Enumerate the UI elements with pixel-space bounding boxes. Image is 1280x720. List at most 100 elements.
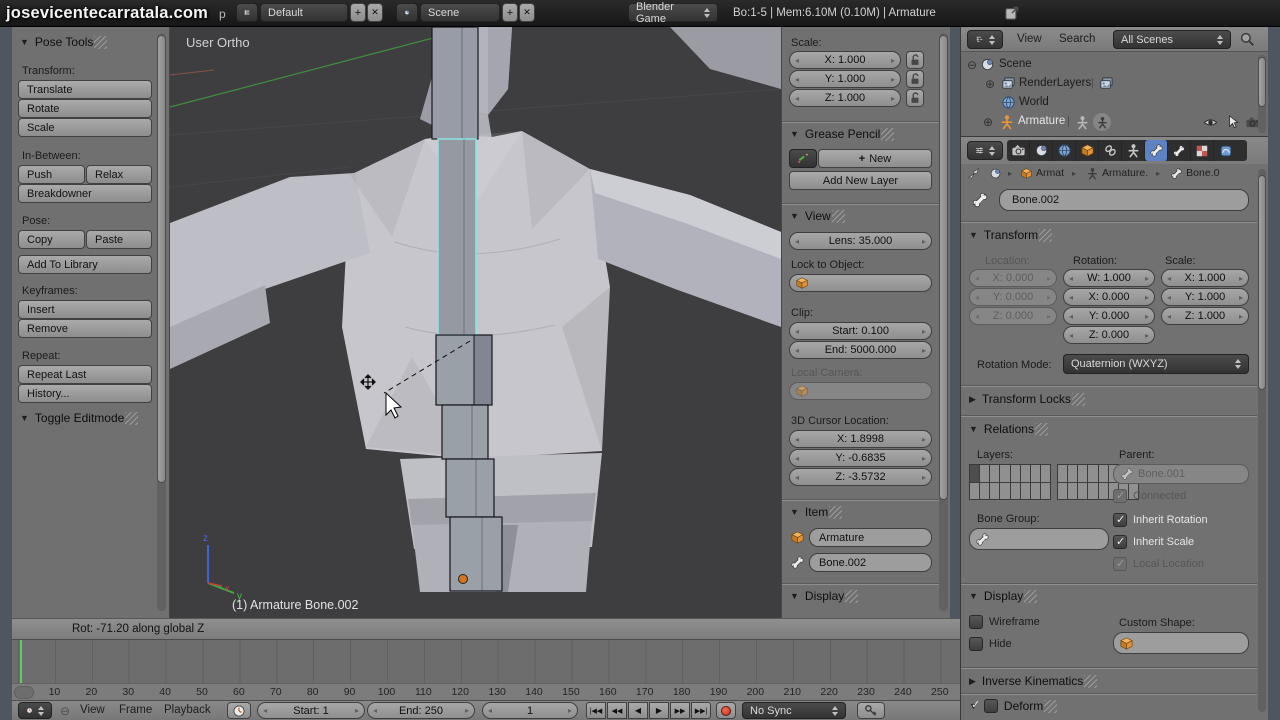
play-reverse-button[interactable]: ◀ — [628, 702, 648, 719]
bone-group-field[interactable] — [969, 528, 1109, 550]
scale-x-field[interactable]: X: 1.000 — [789, 51, 901, 69]
breadcrumb-object[interactable]: Armat — [1036, 167, 1064, 179]
inherit-rotation-checkbox[interactable] — [1113, 513, 1127, 527]
sync-mode-dropdown[interactable]: No Sync — [742, 702, 846, 719]
tab-material[interactable] — [1191, 140, 1214, 161]
layer-cell[interactable] — [970, 482, 980, 499]
inherit-scale-checkbox[interactable] — [1113, 535, 1127, 549]
inverse-kinematics-panel-header[interactable]: ▶ Inverse Kinematics — [969, 674, 1098, 688]
layout-selector[interactable]: Default — [260, 3, 348, 22]
custom-shape-field[interactable] — [1113, 632, 1249, 654]
tab-world[interactable] — [1053, 140, 1076, 161]
scale-y-field[interactable]: Y: 1.000 — [789, 70, 901, 88]
layer-cell[interactable] — [1010, 465, 1020, 482]
deform-panel-header[interactable]: ▼Deform — [969, 699, 1058, 713]
armature-data-badge[interactable] — [1093, 113, 1111, 131]
layer-cell[interactable] — [1088, 482, 1098, 499]
repeat-last-button[interactable]: Repeat Last — [18, 365, 152, 384]
layer-cell[interactable] — [1098, 482, 1108, 499]
layer-cell[interactable] — [1088, 465, 1098, 482]
grease-pencil-new-button[interactable]: + New — [818, 149, 932, 168]
view-panel-header[interactable]: ▼ View — [790, 209, 845, 223]
timeline-view-menu[interactable]: View — [80, 704, 105, 716]
layer-cell[interactable] — [1068, 482, 1078, 499]
timeline-graph[interactable] — [12, 640, 960, 683]
relax-button[interactable]: Relax — [86, 165, 152, 184]
layer-cell[interactable] — [1078, 465, 1088, 482]
breakdowner-button[interactable]: Breakdowner — [18, 184, 152, 203]
tab-render-layers[interactable] — [1030, 140, 1053, 161]
grease-pencil-panel-header[interactable]: ▼ Grease Pencil — [790, 127, 895, 141]
tab-texture[interactable] — [1214, 140, 1237, 161]
translate-button[interactable]: Translate — [18, 80, 152, 99]
object-cube-icon[interactable] — [1020, 167, 1033, 180]
search-icon[interactable] — [1239, 31, 1256, 48]
scale-x-field[interactable]: X: 1.000 — [1161, 269, 1249, 287]
bone-icon[interactable] — [1170, 167, 1183, 180]
clip-end-field[interactable]: End: 5000.000 — [789, 341, 932, 359]
lock-to-object-field[interactable] — [789, 274, 932, 292]
scale-z-lock-button[interactable] — [906, 89, 924, 107]
layout-close-button[interactable]: ✕ — [367, 3, 383, 22]
layer-cell[interactable] — [1030, 482, 1040, 499]
frame-end-field[interactable]: End: 250 — [367, 702, 475, 719]
bone-name-field[interactable]: Bone.002 — [999, 189, 1249, 211]
outliner-scrollbar-thumb[interactable] — [1258, 57, 1266, 107]
tab-constraints[interactable] — [1099, 140, 1122, 161]
tab-render[interactable] — [1007, 140, 1030, 161]
layout-add-button[interactable]: + — [350, 3, 366, 22]
layout-selector-icon-button[interactable] — [236, 3, 258, 22]
push-button[interactable]: Push — [18, 165, 85, 184]
scene-ball-icon[interactable] — [989, 167, 1002, 180]
scale-y-lock-button[interactable] — [906, 70, 924, 88]
selectability-cursor-icon[interactable] — [1226, 115, 1240, 129]
timeline-playback-menu[interactable]: Playback — [164, 704, 211, 716]
rotation-y-field[interactable]: Y: 0.000 — [1063, 307, 1155, 325]
breadcrumb-armature[interactable]: Armature. — [1102, 167, 1148, 179]
scene-close-button[interactable]: ✕ — [519, 3, 535, 22]
tab-bone[interactable] — [1145, 140, 1168, 161]
screen-icon[interactable] — [1003, 4, 1021, 22]
outliner-item-scene[interactable]: Scene — [999, 58, 1032, 70]
outliner-item-renderlayers[interactable]: RenderLayers — [1019, 77, 1091, 89]
pin-icon[interactable] — [967, 166, 981, 180]
jump-to-end-button[interactable]: ▶▶| — [691, 702, 711, 719]
armature-expand-toggle[interactable]: ⊕ — [983, 115, 993, 129]
layer-cell[interactable] — [1078, 482, 1088, 499]
item-object-field[interactable]: Armature — [809, 528, 932, 547]
properties-editor-type-button[interactable] — [967, 141, 1003, 160]
scene-selector[interactable]: Scene — [420, 3, 500, 22]
layer-cell[interactable] — [1000, 482, 1010, 499]
layer-cell[interactable] — [1098, 465, 1108, 482]
add-new-layer-button[interactable]: Add New Layer — [789, 171, 932, 190]
cursor-y-field[interactable]: Y: -0.6835 — [789, 449, 932, 467]
outliner-item-armature[interactable]: Armature — [1018, 115, 1065, 127]
rotation-x-field[interactable]: X: 0.000 — [1063, 288, 1155, 306]
visibility-eye-icon[interactable] — [1203, 115, 1218, 130]
transform-locks-panel-header[interactable]: ▶ Transform Locks — [969, 392, 1085, 406]
local-location-checkbox[interactable] — [1113, 557, 1127, 571]
layer-cell[interactable] — [1030, 465, 1040, 482]
clip-start-field[interactable]: Start: 0.100 — [789, 322, 932, 340]
frame-start-field[interactable]: Start: 1 — [257, 702, 365, 719]
timeline-ruler[interactable]: 10 20 30 40 50 60 70 80 90 100 110 120 130 140 150 160 1… — [12, 683, 960, 700]
collapse-menus-icon[interactable]: ⊖ — [60, 704, 70, 718]
local-camera-field[interactable] — [789, 382, 932, 400]
keying-set-button[interactable] — [857, 702, 885, 719]
tab-bone-constraints[interactable] — [1168, 140, 1191, 161]
jump-to-start-button[interactable]: |◀◀ — [586, 702, 606, 719]
hide-checkbox[interactable] — [969, 637, 983, 651]
layer-cell[interactable] — [980, 482, 990, 499]
layer-cell[interactable] — [990, 482, 1000, 499]
transform-panel-header[interactable]: ▼ Transform — [969, 228, 1053, 242]
location-y-field[interactable]: Y: 0.000 — [969, 288, 1057, 306]
armature-person-icon[interactable] — [1086, 167, 1099, 180]
layer-cell[interactable] — [1058, 465, 1068, 482]
scene-expand-toggle[interactable]: ⊖ — [967, 58, 977, 72]
renderlayers-expand-toggle[interactable]: ⊕ — [985, 77, 995, 91]
tab-object-data[interactable] — [1122, 140, 1145, 161]
renderlayer-data-icon[interactable] — [1099, 76, 1114, 91]
layer-cell[interactable] — [970, 465, 980, 482]
pose-icon[interactable] — [1075, 115, 1090, 130]
outliner-editor-type-button[interactable] — [967, 30, 1003, 49]
